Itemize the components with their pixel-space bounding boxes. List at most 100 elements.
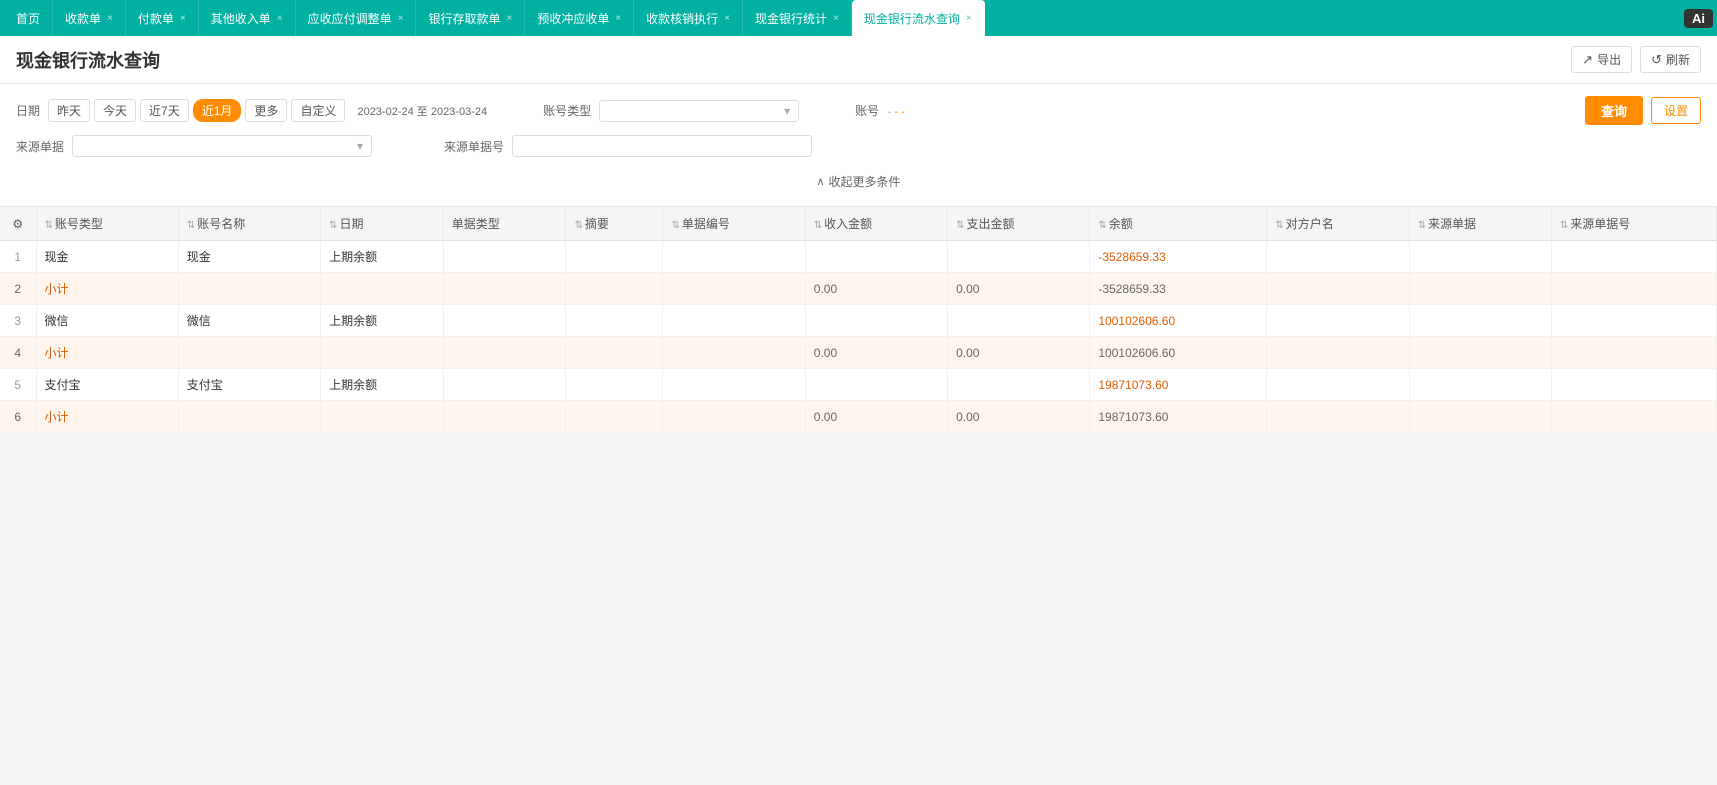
query-button[interactable]: 查询	[1585, 96, 1643, 125]
close-icon[interactable]: ×	[398, 13, 404, 24]
cell-summary	[566, 401, 663, 433]
cell-doc-number	[663, 241, 805, 273]
gear-icon: ⚙	[12, 217, 23, 231]
nav-bank-flow[interactable]: 现金银行流水查询 ×	[852, 0, 985, 36]
page-header: 现金银行流水查询 ↗ 导出 ↺ 刷新	[0, 36, 1717, 84]
date-label: 日期	[16, 102, 40, 119]
refresh-icon: ↺	[1651, 52, 1662, 68]
cell-account-name	[178, 401, 320, 433]
settings-button[interactable]: 设置	[1651, 97, 1701, 124]
col-date[interactable]: ⇅日期	[321, 207, 444, 241]
col-account-name[interactable]: ⇅账号名称	[178, 207, 320, 241]
date-7days[interactable]: 近7天	[140, 99, 189, 122]
account-filter-group: 账号 ···	[855, 102, 907, 119]
source-doc-num-label: 来源单据号	[444, 138, 504, 155]
date-yesterday[interactable]: 昨天	[48, 99, 90, 122]
date-custom[interactable]: 自定义	[291, 99, 345, 122]
cell-balance: 19871073.60	[1090, 369, 1267, 401]
date-1month[interactable]: 近1月	[193, 99, 242, 122]
table-header-row: ⚙ ⇅账号类型 ⇅账号名称 ⇅日期 单据类型 ⇅摘要 ⇅单据编号	[0, 207, 1717, 241]
nav-bank-stats[interactable]: 现金银行统计 ×	[743, 0, 852, 36]
cell-balance: 100102606.60	[1090, 337, 1267, 369]
cell-doc-type	[443, 401, 566, 433]
account-type-select[interactable]: ▾	[599, 100, 799, 122]
cell-source-doc_num	[1551, 273, 1716, 305]
row-number: 2	[0, 273, 36, 305]
source-doc-select[interactable]: ▾	[72, 135, 372, 157]
refresh-button[interactable]: ↺ 刷新	[1640, 46, 1701, 73]
close-icon[interactable]: ×	[277, 13, 283, 24]
close-icon[interactable]: ×	[615, 13, 621, 24]
nav-payment[interactable]: 付款单 ×	[126, 0, 199, 36]
col-doc-type[interactable]: 单据类型	[443, 207, 566, 241]
date-buttons: 昨天 今天 近7天 近1月 更多 自定义	[48, 99, 345, 122]
col-balance[interactable]: ⇅余额	[1090, 207, 1267, 241]
cell-source-doc	[1409, 305, 1551, 337]
cell-income	[805, 305, 947, 337]
cell-income: 0.00	[805, 401, 947, 433]
cell-income	[805, 369, 947, 401]
cell-account-type: 现金	[36, 241, 178, 273]
nav-adjustment[interactable]: 应收应付调整单 ×	[296, 0, 417, 36]
col-summary[interactable]: ⇅摘要	[566, 207, 663, 241]
page-title: 现金银行流水查询	[16, 47, 160, 73]
cell-source-doc	[1409, 241, 1551, 273]
account-label: 账号	[855, 102, 879, 119]
nav-other-income[interactable]: 其他收入单 ×	[199, 0, 296, 36]
nav-home[interactable]: 首页	[4, 0, 53, 36]
col-source-doc-num[interactable]: ⇅来源单据号	[1551, 207, 1716, 241]
close-icon[interactable]: ×	[107, 13, 113, 24]
cell-counterpart	[1267, 337, 1409, 369]
ai-button[interactable]: Ai	[1684, 9, 1713, 28]
date-more[interactable]: 更多	[245, 99, 287, 122]
close-icon[interactable]: ×	[180, 13, 186, 24]
table-row: 2小计0.000.00-3528659.33	[0, 273, 1717, 305]
close-icon[interactable]: ×	[966, 13, 972, 24]
date-today[interactable]: 今天	[94, 99, 136, 122]
sort-icon: ⇅	[1560, 220, 1568, 231]
collapse-bar[interactable]: ∧ 收起更多条件	[16, 167, 1701, 194]
col-expense[interactable]: ⇅支出金额	[948, 207, 1090, 241]
top-nav: 首页 收款单 × 付款单 × 其他收入单 × 应收应付调整单 × 银行存取款单 …	[0, 0, 1717, 36]
close-icon[interactable]: ×	[724, 13, 730, 24]
cell-account-name	[178, 337, 320, 369]
nav-collection[interactable]: 收款核销执行 ×	[634, 0, 743, 36]
cell-expense	[948, 369, 1090, 401]
nav-bank-deposit[interactable]: 银行存取款单 ×	[416, 0, 525, 36]
cell-date	[321, 273, 444, 305]
col-income[interactable]: ⇅收入金额	[805, 207, 947, 241]
more-dots[interactable]: ···	[887, 103, 907, 119]
col-source-doc[interactable]: ⇅来源单据	[1409, 207, 1551, 241]
sort-icon: ⇅	[574, 220, 582, 231]
cell-date: 上期余额	[321, 241, 444, 273]
cell-source-doc_num	[1551, 305, 1716, 337]
cell-summary	[566, 273, 663, 305]
cell-source-doc_num	[1551, 337, 1716, 369]
export-icon: ↗	[1582, 52, 1593, 68]
date-range: 2023-02-24 至 2023-03-24	[357, 103, 487, 119]
close-icon[interactable]: ×	[833, 13, 839, 24]
cell-account-name	[178, 273, 320, 305]
cell-summary	[566, 305, 663, 337]
col-doc-number[interactable]: ⇅单据编号	[663, 207, 805, 241]
table-row: 1现金现金上期余额-3528659.33	[0, 241, 1717, 273]
row-number: 5	[0, 369, 36, 401]
col-account-type[interactable]: ⇅账号类型	[36, 207, 178, 241]
filter-row-1: 日期 昨天 今天 近7天 近1月 更多 自定义 2023-02-24 至 202…	[16, 96, 1701, 125]
close-icon[interactable]: ×	[506, 13, 512, 24]
cell-source-doc	[1409, 337, 1551, 369]
account-type-filter-group: 账号类型 ▾	[543, 100, 799, 122]
source-doc-label: 来源单据	[16, 138, 64, 155]
export-button[interactable]: ↗ 导出	[1571, 46, 1632, 73]
cell-counterpart	[1267, 369, 1409, 401]
cell-doc-number	[663, 337, 805, 369]
table-row: 6小计0.000.0019871073.60	[0, 401, 1717, 433]
col-settings[interactable]: ⚙	[0, 207, 36, 241]
nav-prepay[interactable]: 预收冲应收单 ×	[525, 0, 634, 36]
nav-receipt[interactable]: 收款单 ×	[53, 0, 126, 36]
source-doc-num-input[interactable]	[512, 135, 812, 157]
sort-icon: ⇅	[1418, 220, 1426, 231]
col-counterpart[interactable]: ⇅对方户名	[1267, 207, 1409, 241]
cell-doc-number	[663, 401, 805, 433]
cell-account-name: 现金	[178, 241, 320, 273]
